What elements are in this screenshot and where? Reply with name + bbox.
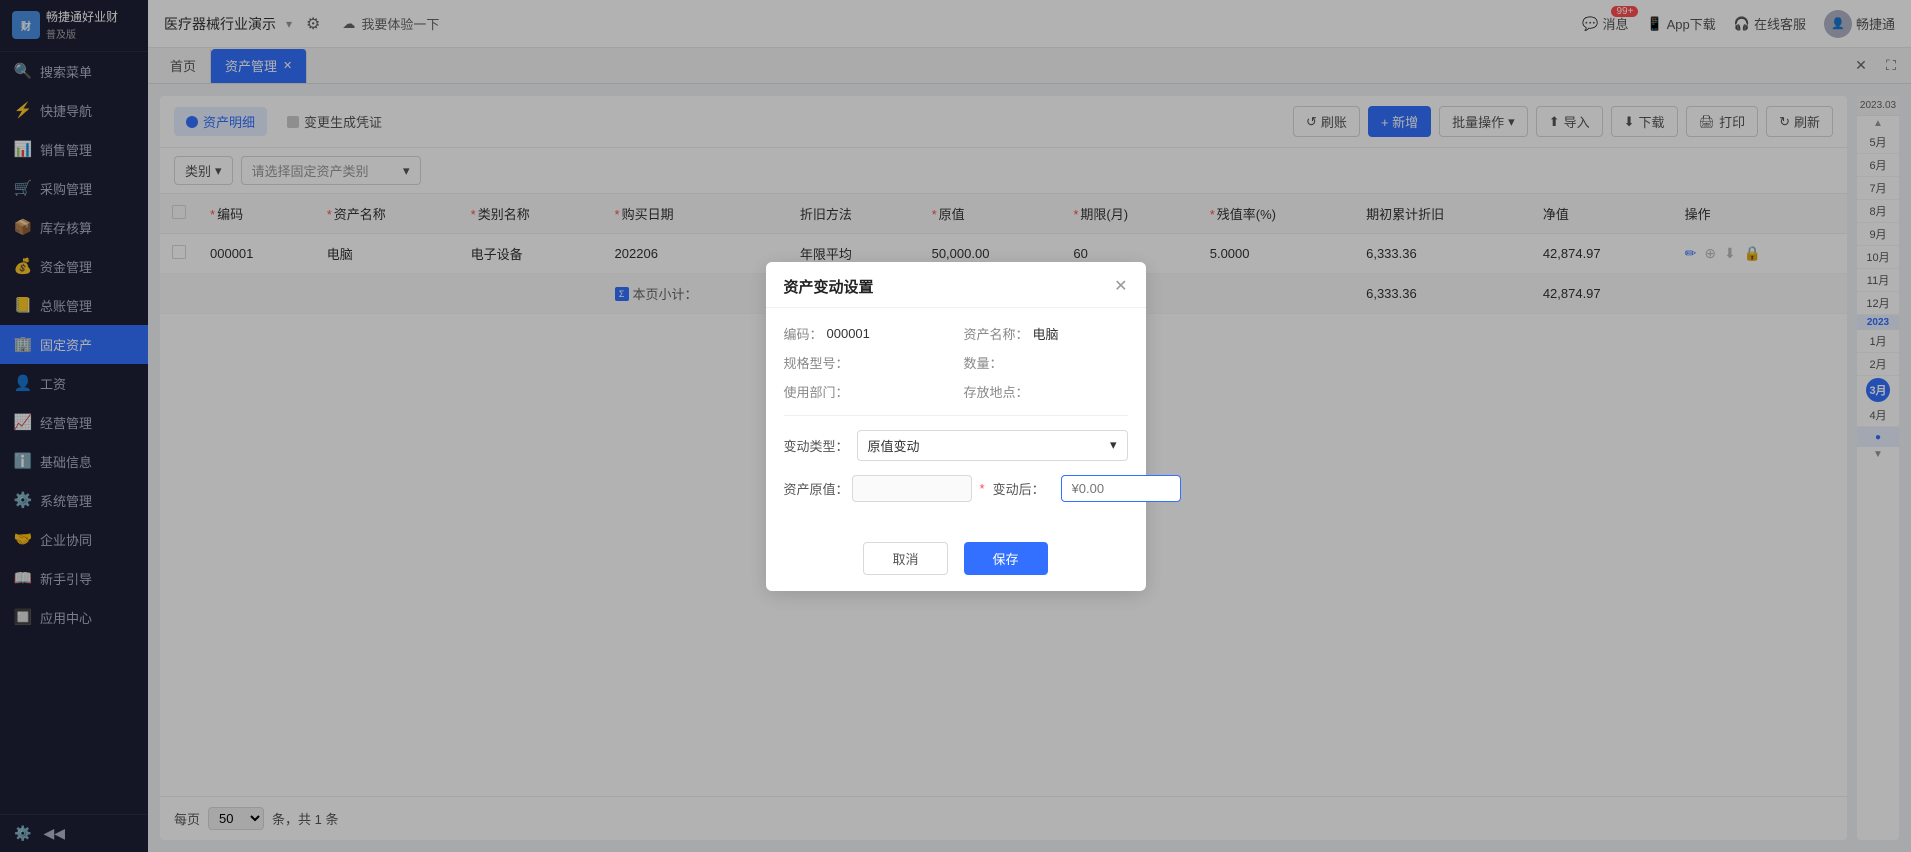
after-change-input[interactable] [1061,475,1181,502]
modal-code-item: 编码： 000001 [784,324,948,343]
modal-spec-label: 规格型号： [784,353,849,372]
asset-original-input: 50,000.00 [852,475,972,502]
cancel-button[interactable]: 取消 [863,542,947,575]
change-type-dropdown-icon: ▾ [1110,437,1117,453]
modal-assetname-value: 电脑 [1033,324,1059,343]
modal-header: 资产变动设置 ✕ [766,262,1146,308]
modal-footer: 取消 保存 [766,532,1146,591]
save-button[interactable]: 保存 [964,542,1048,575]
modal-overlay[interactable]: 资产变动设置 ✕ 编码： 000001 资产名称： 电脑 规格型号： 数量： [0,0,1911,852]
modal-code-value: 000001 [827,326,870,341]
change-type-label: 变动类型： [784,436,849,455]
modal-spec-item: 规格型号： [784,353,948,372]
modal-dept-item: 使用部门： [784,382,948,401]
modal-quantity-item: 数量： [964,353,1128,372]
modal-assetname-item: 资产名称： 电脑 [964,324,1128,343]
modal-dept-label: 使用部门： [784,382,849,401]
asset-value-row: 资产原值： 50,000.00 * 变动后： [784,475,1128,502]
modal-body: 编码： 000001 资产名称： 电脑 规格型号： 数量： 使用部门： [766,308,1146,532]
modal-close-button[interactable]: ✕ [1114,276,1127,296]
modal-quantity-label: 数量： [964,353,1003,372]
after-change-label: 变动后： [993,479,1053,498]
change-type-row: 变动类型： 原值变动 ▾ [784,430,1128,461]
asset-original-label: 资产原值： [784,479,844,498]
modal-location-item: 存放地点： [964,382,1128,401]
change-type-select[interactable]: 原值变动 ▾ [857,430,1128,461]
modal-location-label: 存放地点： [964,382,1029,401]
modal-code-label: 编码： [784,324,823,343]
required-star: * [980,481,985,496]
modal-title: 资产变动设置 [784,276,874,297]
modal-info-grid: 编码： 000001 资产名称： 电脑 规格型号： 数量： 使用部门： [784,324,1128,401]
asset-change-modal: 资产变动设置 ✕ 编码： 000001 资产名称： 电脑 规格型号： 数量： [766,262,1146,591]
change-type-value: 原值变动 [868,436,920,455]
modal-divider [784,415,1128,416]
modal-assetname-label: 资产名称： [964,324,1029,343]
